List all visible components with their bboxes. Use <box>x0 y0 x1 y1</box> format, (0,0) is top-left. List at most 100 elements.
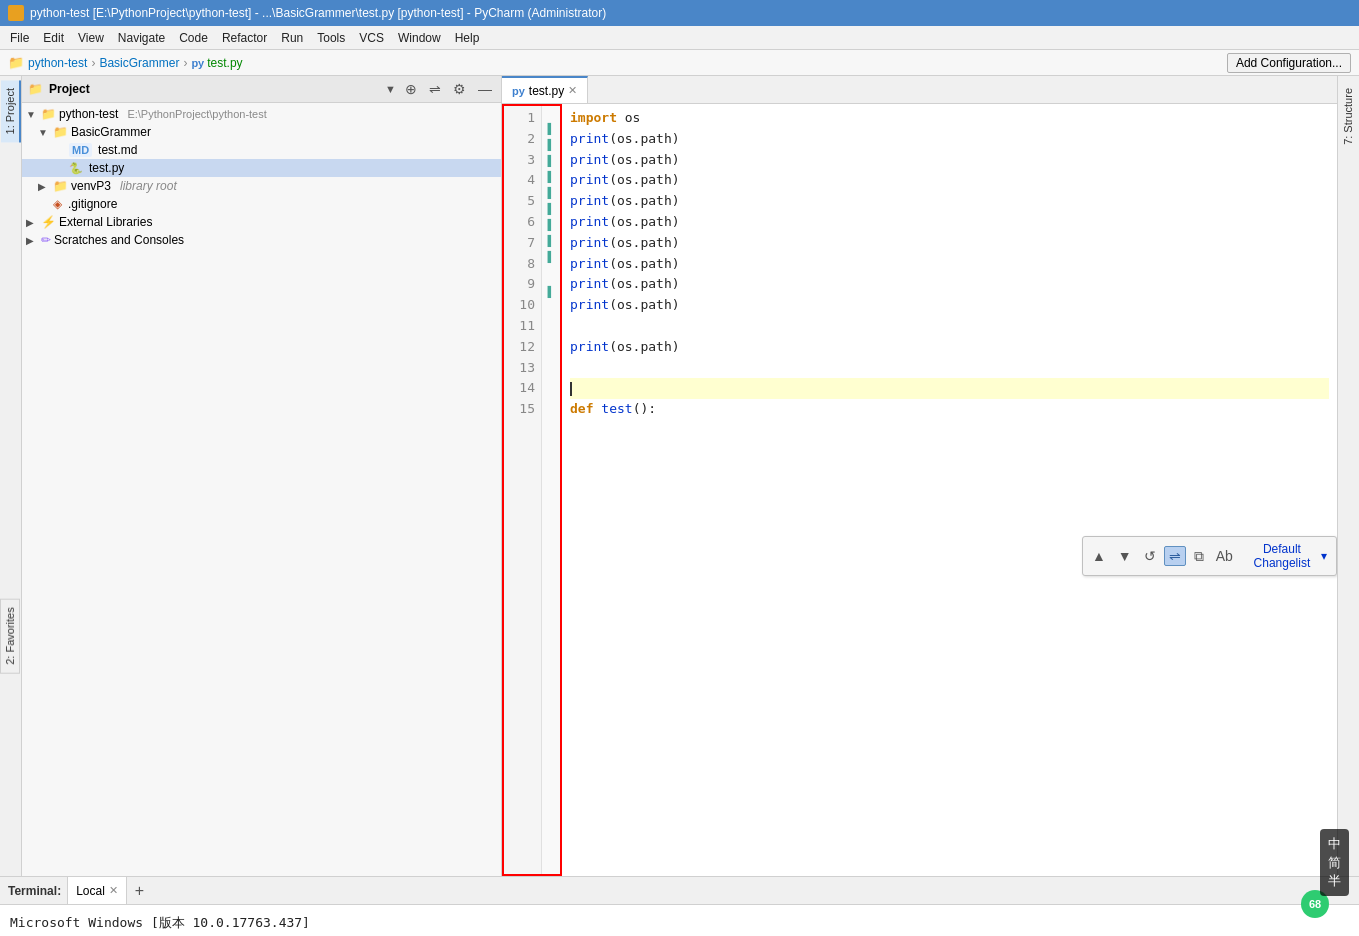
sidebar-item-structure[interactable]: 7: Structure <box>1339 80 1359 153</box>
code-line-11 <box>570 316 1329 337</box>
tree-item-testmd[interactable]: ▶ MD test.md <box>22 141 501 159</box>
tab-label: test.py <box>529 84 564 98</box>
cn-watermark: 中简半 <box>1320 829 1349 896</box>
sidebar-item-favorites[interactable]: 2: Favorites <box>0 599 20 674</box>
gutter-line <box>542 104 561 123</box>
terminal-tab-close[interactable]: ✕ <box>109 884 118 897</box>
line-num: 15 <box>502 399 535 420</box>
gutter-line <box>542 267 561 286</box>
menu-vcs[interactable]: VCS <box>353 29 390 47</box>
menu-file[interactable]: File <box>4 29 35 47</box>
tree-item-gitignore[interactable]: ▶ ◈ .gitignore <box>22 195 501 213</box>
line-num: 6 <box>502 212 535 233</box>
tree-item-venvp3[interactable]: ▶ 📁 venvP3 library root <box>22 177 501 195</box>
bc-basicgrammer[interactable]: BasicGrammer <box>99 56 179 70</box>
vcs-indicator: ▐ <box>542 251 561 267</box>
tab-close-button[interactable]: ✕ <box>568 84 577 97</box>
bc-testpy[interactable]: py test.py <box>191 56 242 70</box>
project-panel-header: 📁 Project ▼ ⊕ ⇌ ⚙ — <box>22 76 501 103</box>
tree-item-basicgrammer[interactable]: ▼ 📁 BasicGrammer <box>22 123 501 141</box>
line-num: 1 <box>502 108 535 129</box>
code-line-3: print(os.path) <box>570 150 1329 171</box>
line-num: 8 <box>502 254 535 275</box>
menu-bar: File Edit View Navigate Code Refactor Ru… <box>0 26 1359 50</box>
code-line-13 <box>570 358 1329 379</box>
tree-path: E:\PythonProject\python-test <box>127 108 266 120</box>
menu-refactor[interactable]: Refactor <box>216 29 273 47</box>
code-line-12: print(os.path) <box>570 337 1329 358</box>
line-num: 14 <box>502 378 535 399</box>
tree-item-scratches[interactable]: ▶ ✏ Scratches and Consoles <box>22 231 501 249</box>
breadcrumb: 📁 python-test › BasicGrammer › py test.p… <box>0 50 1359 76</box>
folder-icon: 📁 <box>53 125 68 139</box>
menu-help[interactable]: Help <box>449 29 486 47</box>
code-container: 1 2 3 4 5 6 7 8 9 10 11 12 13 14 15 ▐ ▐ <box>502 104 1337 876</box>
line-numbers: 1 2 3 4 5 6 7 8 9 10 11 12 13 14 15 <box>502 104 542 876</box>
menu-view[interactable]: View <box>72 29 110 47</box>
menu-navigate[interactable]: Navigate <box>112 29 171 47</box>
terminal-tab-local[interactable]: Local ✕ <box>67 877 127 904</box>
tree-item-external-libraries[interactable]: ▶ ⚡ External Libraries <box>22 213 501 231</box>
line-num: 7 <box>502 233 535 254</box>
vcs-indicator: ▐ <box>542 155 561 171</box>
sidebar-item-project[interactable]: 1: Project <box>1 80 21 142</box>
ab-button[interactable]: Ab <box>1212 547 1237 565</box>
terminal-new-tab-button[interactable]: + <box>135 882 144 900</box>
tree-item-pythontest[interactable]: ▼ 📁 python-test E:\PythonProject\python-… <box>22 105 501 123</box>
vcs-indicator: ▐ <box>542 171 561 187</box>
project-settings-btn[interactable]: ⊕ <box>402 80 420 98</box>
code-line-4: print(os.path) <box>570 170 1329 191</box>
expand-arrow: ▶ <box>38 181 50 192</box>
add-configuration-button[interactable]: Add Configuration... <box>1227 53 1351 73</box>
project-minimize-btn[interactable]: — <box>475 80 495 98</box>
terminal-line-1: Microsoft Windows [版本 10.0.17763.437] <box>10 913 1349 934</box>
menu-window[interactable]: Window <box>392 29 447 47</box>
project-panel: 📁 Project ▼ ⊕ ⇌ ⚙ — ▼ 📁 python-test E:\P… <box>22 76 502 876</box>
vcs-indicator: ▐ <box>542 235 561 251</box>
terminal-area: Terminal: Local ✕ + 68 Microsoft Windows… <box>0 876 1359 936</box>
folder-icon: 📁 <box>41 107 56 121</box>
project-gear-btn[interactable]: ⚙ <box>450 80 469 98</box>
pycharm-icon <box>8 5 24 21</box>
menu-tools[interactable]: Tools <box>311 29 351 47</box>
project-layout-btn[interactable]: ⇌ <box>426 80 444 98</box>
code-line-5: print(os.path) <box>570 191 1329 212</box>
code-editor[interactable]: import os print(os.path) print(os.path) … <box>562 104 1337 876</box>
code-line-10: print(os.path) <box>570 295 1329 316</box>
line-num: 11 <box>502 316 535 337</box>
rollback-button[interactable]: ↺ <box>1140 547 1160 565</box>
diff-button[interactable]: ⇌ <box>1164 546 1186 566</box>
gutter-line <box>542 341 561 360</box>
scratch-icon: ✏ <box>41 233 51 247</box>
line-num: 2 <box>502 129 535 150</box>
tree-item-testpy[interactable]: ▶ 🐍 test.py <box>22 159 501 177</box>
menu-run[interactable]: Run <box>275 29 309 47</box>
bc-python-test[interactable]: python-test <box>28 56 87 70</box>
vcs-indicator: ▐ <box>542 219 561 235</box>
tree-label: venvP3 <box>71 179 111 193</box>
next-change-button[interactable]: ▼ <box>1114 547 1136 565</box>
vcs-indicator: ▐ <box>542 139 561 155</box>
project-panel-title: Project <box>49 82 379 96</box>
tree-label: Scratches and Consoles <box>54 233 184 247</box>
menu-code[interactable]: Code <box>173 29 214 47</box>
terminal-header: Terminal: Local ✕ + 68 <box>0 877 1359 905</box>
menu-edit[interactable]: Edit <box>37 29 70 47</box>
expand-arrow: ▼ <box>26 109 38 120</box>
terminal-content[interactable]: Microsoft Windows [版本 10.0.17763.437] (c… <box>0 905 1359 936</box>
tree-label: BasicGrammer <box>71 125 151 139</box>
code-line-1: import os <box>570 108 1329 129</box>
tree-label: test.md <box>98 143 137 157</box>
title-bar: python-test [E:\PythonProject\python-tes… <box>0 0 1359 26</box>
code-line-8: print(os.path) <box>570 254 1329 275</box>
copy-button[interactable]: ⧉ <box>1190 547 1208 565</box>
editor-tab-testpy[interactable]: py test.py ✕ <box>502 76 588 103</box>
editor-area: py test.py ✕ 1 2 3 4 5 6 7 8 9 10 11 <box>502 76 1337 876</box>
prev-change-button[interactable]: ▲ <box>1088 547 1110 565</box>
code-line-14 <box>570 378 1329 399</box>
dropdown-icon: ▾ <box>1321 549 1327 563</box>
expand-arrow: ▶ <box>26 235 38 246</box>
line-num: 3 <box>502 150 535 171</box>
code-line-2: print(os.path) <box>570 129 1329 150</box>
changelist-dropdown-button[interactable]: Default Changelist ▾ <box>1241 540 1331 572</box>
